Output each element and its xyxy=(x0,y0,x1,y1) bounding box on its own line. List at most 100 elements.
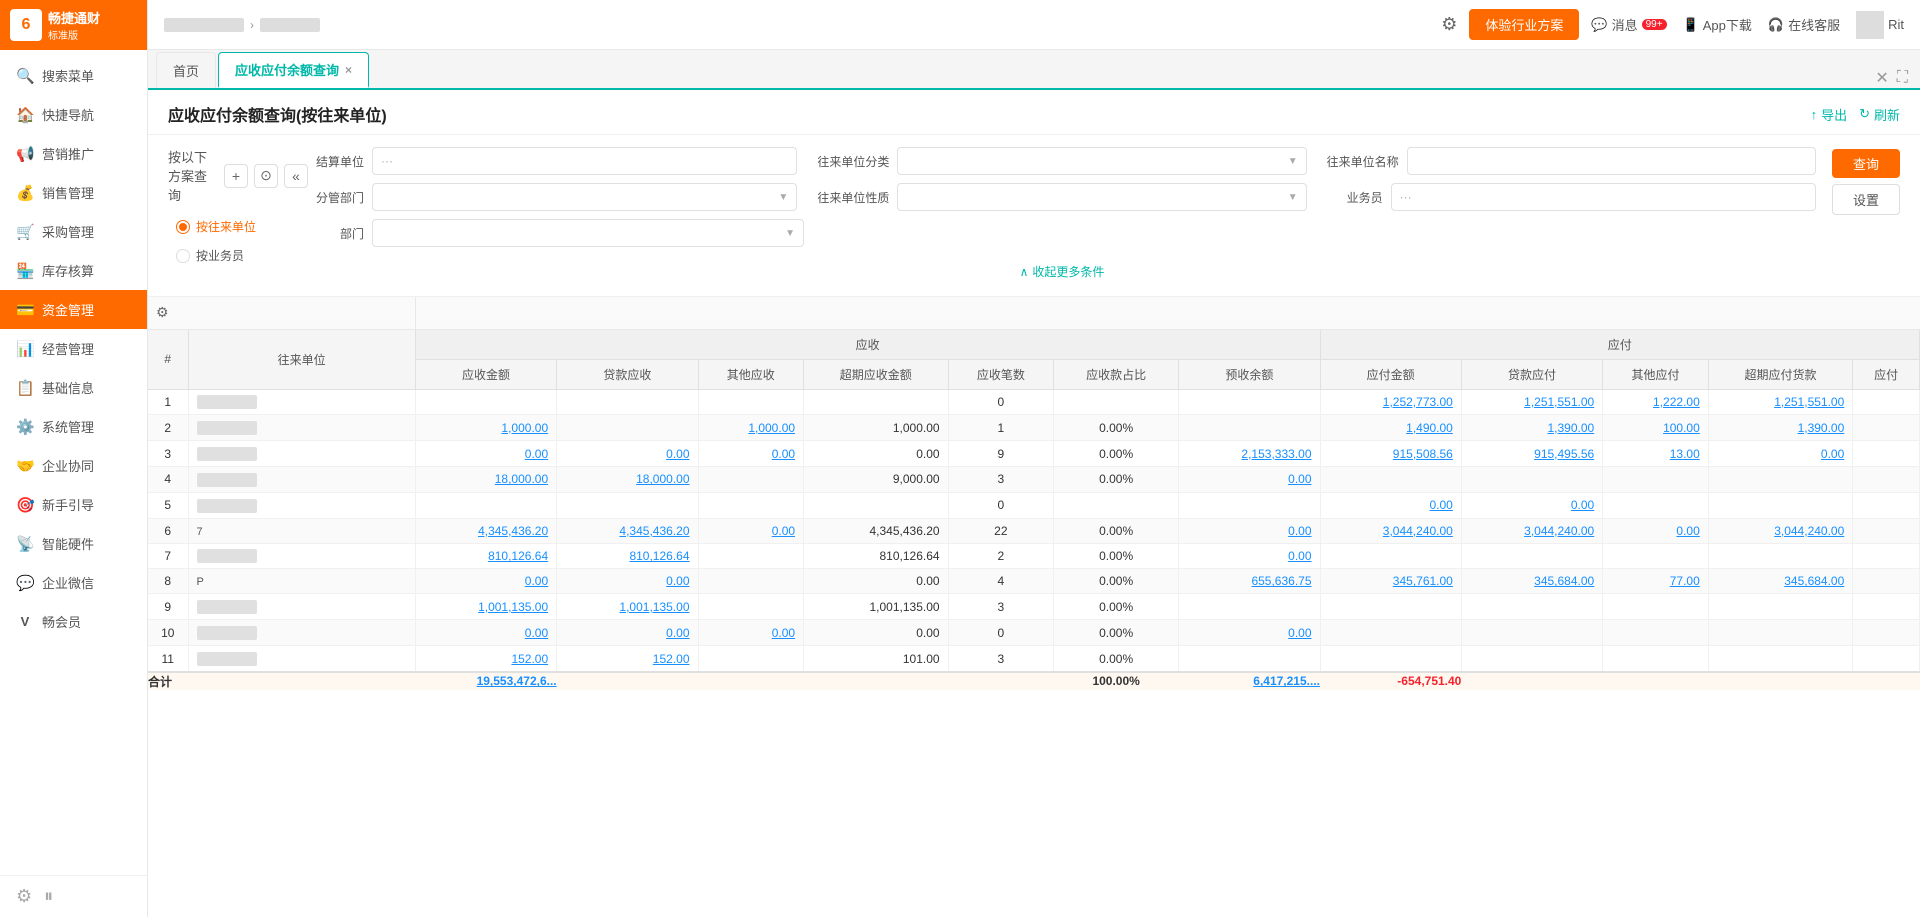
partner-category-select[interactable]: ▼ xyxy=(897,147,1306,175)
td-advance: 0.00 xyxy=(1179,518,1320,543)
td-ap-extra xyxy=(1853,569,1920,594)
set-button[interactable]: 设置 xyxy=(1832,184,1900,215)
collapse-btn-small[interactable]: « xyxy=(284,164,308,188)
partner-nature-label: 往来单位性质 xyxy=(817,189,889,206)
settlement-unit-input[interactable]: ··· xyxy=(372,147,797,175)
sidebar-item-purchase[interactable]: 🛒 采购管理 xyxy=(0,212,147,251)
td-ar-loan: 0.00 xyxy=(557,620,698,646)
promo-button[interactable]: 体验行业方案 xyxy=(1469,9,1579,40)
sidebar-item-collab[interactable]: 🤝 企业协同 xyxy=(0,446,147,485)
td-ar-ratio: 0.00% xyxy=(1054,466,1179,492)
td-partner: P xyxy=(188,569,415,594)
option-by-salesperson[interactable]: 按业务员 xyxy=(168,243,308,268)
total-ar-amount[interactable]: 19,553,472,6... xyxy=(415,672,556,690)
td-ar-other: 1,000.00 xyxy=(698,415,804,441)
header-settings-icon[interactable]: ⚙ xyxy=(1441,14,1457,35)
td-advance xyxy=(1179,492,1320,518)
td-ap-other xyxy=(1603,620,1709,646)
window-close-icon[interactable]: ✕ xyxy=(1875,68,1888,88)
td-ar-count: 22 xyxy=(948,518,1054,543)
top-header: › ⚙ 体验行业方案 💬 消息 99+ 📱 App下载 🎧 在线客服 xyxy=(148,0,1920,50)
td-ap-overdue xyxy=(1708,466,1853,492)
partner-nature-select[interactable]: ▼ xyxy=(897,183,1306,211)
sidebar-item-guide[interactable]: 🎯 新手引导 xyxy=(0,485,147,524)
table-row: 10 0.00 0.00 0.00 0.00 0 0.00% 0.00 xyxy=(148,620,1920,646)
query-button[interactable]: 查询 xyxy=(1832,149,1900,178)
td-ap-amount xyxy=(1320,620,1461,646)
td-ar-count: 3 xyxy=(948,466,1054,492)
td-ar-other xyxy=(698,389,804,415)
query-btns: 查询 设置 xyxy=(1832,149,1900,215)
sidebar-item-hardware[interactable]: 📡 智能硬件 xyxy=(0,524,147,563)
sidebar-item-finance[interactable]: 💳 资金管理 xyxy=(0,290,147,329)
partner-name-input[interactable] xyxy=(1407,147,1816,175)
th-ar-other: 其他应收 xyxy=(698,359,804,389)
guide-icon: 🎯 xyxy=(16,496,34,514)
td-ar-loan xyxy=(557,389,698,415)
td-ar-other xyxy=(698,569,804,594)
table-settings-cell[interactable]: ⚙ xyxy=(148,297,415,329)
refresh-button[interactable]: ↻ 刷新 xyxy=(1859,105,1900,124)
td-ar-other xyxy=(698,492,804,518)
sidebar-item-member[interactable]: V 畅会员 xyxy=(0,602,147,641)
td-advance xyxy=(1179,389,1320,415)
collapse-conditions-btn[interactable]: ∧ 收起更多条件 xyxy=(308,259,1816,284)
department-select[interactable]: ▼ xyxy=(372,219,804,247)
export-button[interactable]: ↑ 导出 xyxy=(1811,105,1848,124)
division-select[interactable]: ▼ xyxy=(372,183,797,211)
refresh-icon: ↻ xyxy=(1859,106,1870,122)
salesperson-placeholder: ··· xyxy=(1400,190,1412,204)
salesperson-input[interactable]: ··· xyxy=(1391,183,1816,211)
header-right: 💬 消息 99+ 📱 App下载 🎧 在线客服 Rit xyxy=(1591,11,1904,39)
chevron-down-icon: ▼ xyxy=(1288,156,1298,167)
total-advance[interactable]: 6,417,215.... xyxy=(1179,672,1320,690)
field-partner-name: 往来单位名称 xyxy=(1327,147,1816,175)
sales-icon: 💰 xyxy=(16,184,34,202)
td-advance: 0.00 xyxy=(1179,543,1320,569)
th-ar-loan: 贷款应收 xyxy=(557,359,698,389)
window-maximize-icon[interactable]: ⛶ xyxy=(1897,69,1908,87)
td-ap-amount: 3,044,240.00 xyxy=(1320,518,1461,543)
sidebar-item-operations[interactable]: 📊 经营管理 xyxy=(0,329,147,368)
table-container[interactable]: ⚙ # 往来单位 应收 应付 应收金额 贷款应收 其他应收 超期应收 xyxy=(148,297,1920,917)
sidebar-item-quicknav[interactable]: 🏠 快捷导航 xyxy=(0,95,147,134)
th-ar-overdue: 超期应收金额 xyxy=(804,359,949,389)
td-num: 5 xyxy=(148,492,188,518)
app-download-btn[interactable]: 📱 App下载 xyxy=(1683,15,1752,34)
online-service-btn[interactable]: 🎧 在线客服 xyxy=(1768,15,1840,34)
search-top-row: 按以下方案查询 + ⊙ « 按往来单位 xyxy=(168,147,1900,284)
user-info[interactable]: Rit xyxy=(1856,11,1904,39)
radio-partner xyxy=(176,220,190,234)
sidebar-item-wechat[interactable]: 💬 企业微信 xyxy=(0,563,147,602)
sidebar-item-system[interactable]: ⚙️ 系统管理 xyxy=(0,407,147,446)
sidebar-item-marketing[interactable]: 📢 营销推广 xyxy=(0,134,147,173)
sidebar-item-label: 搜索菜单 xyxy=(42,66,94,85)
sidebar-item-basic-info[interactable]: 📋 基础信息 xyxy=(0,368,147,407)
notification-btn[interactable]: 💬 消息 99+ xyxy=(1591,15,1666,34)
tab-ar-ap[interactable]: 应收应付余额查询 × xyxy=(218,52,369,88)
search-area: 按以下方案查询 + ⊙ « 按往来单位 xyxy=(148,135,1920,297)
collapse-sidebar-icon[interactable]: ⏸ xyxy=(44,886,53,907)
td-ar-overdue: 4,345,436.20 xyxy=(804,518,949,543)
page-title: 应收应付余额查询(按往来单位) xyxy=(168,102,387,126)
sidebar-item-sales[interactable]: 💰 销售管理 xyxy=(0,173,147,212)
td-ap-extra xyxy=(1853,415,1920,441)
settings-footer-icon[interactable]: ⚙ xyxy=(16,886,32,907)
option-by-partner[interactable]: 按往来单位 xyxy=(168,214,308,239)
chevron-down-icon2: ▼ xyxy=(778,192,788,203)
tab-home[interactable]: 首页 xyxy=(156,52,216,88)
td-advance xyxy=(1179,646,1320,672)
tab-close-icon[interactable]: × xyxy=(345,63,352,77)
td-ar-overdue xyxy=(804,389,949,415)
division-label: 分管部门 xyxy=(308,189,364,206)
wechat-icon: 💬 xyxy=(16,574,34,592)
scheme-settings-btn[interactable]: ⊙ xyxy=(254,164,278,188)
td-ar-amount: 1,001,135.00 xyxy=(415,594,556,620)
sidebar-item-label: 经营管理 xyxy=(42,339,94,358)
td-ar-loan: 4,345,436.20 xyxy=(557,518,698,543)
total-label: 合计 xyxy=(148,672,415,690)
sidebar-item-search[interactable]: 🔍 搜索菜单 xyxy=(0,56,147,95)
notification-icon: 💬 xyxy=(1591,17,1607,33)
sidebar-item-inventory[interactable]: 🏪 库存核算 xyxy=(0,251,147,290)
add-scheme-btn[interactable]: + xyxy=(224,164,248,188)
